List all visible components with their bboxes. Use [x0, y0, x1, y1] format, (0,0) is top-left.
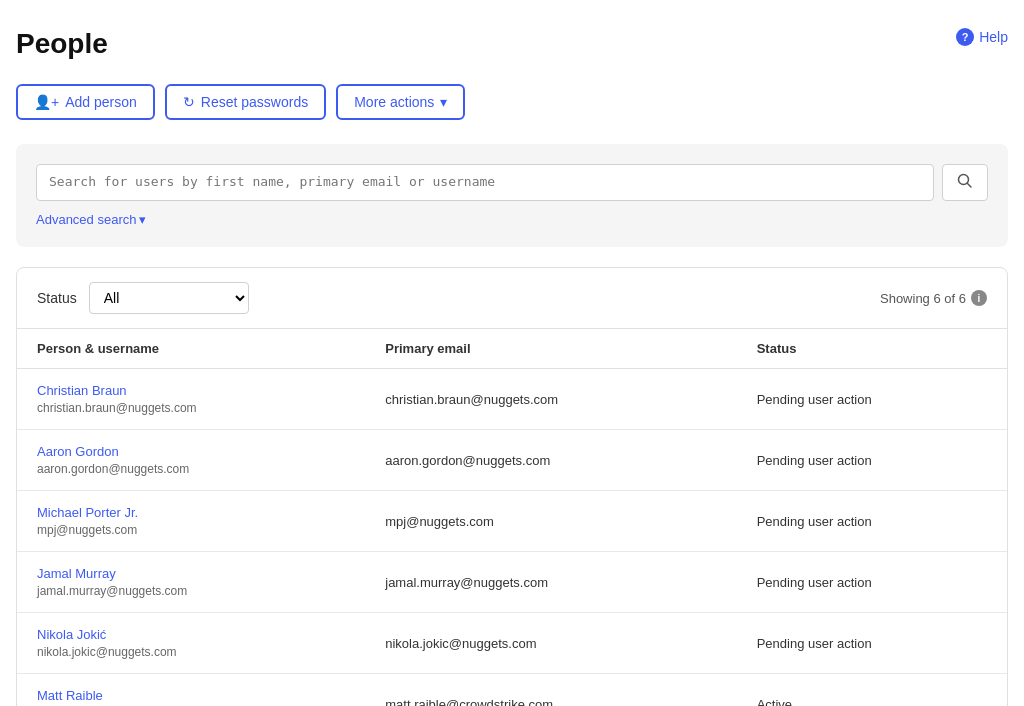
- cell-email: aaron.gordon@nuggets.com: [365, 430, 736, 491]
- cell-email: christian.braun@nuggets.com: [365, 369, 736, 430]
- add-person-label: Add person: [65, 94, 137, 110]
- page-header: People ? Help: [16, 28, 1008, 60]
- toolbar: 👤+ Add person ↻ Reset passwords More act…: [16, 84, 1008, 120]
- people-table: Person & username Primary email Status C…: [17, 329, 1007, 706]
- cell-status: Active: [737, 674, 1007, 707]
- person-username: mpj@nuggets.com: [37, 523, 137, 537]
- cell-email: mpj@nuggets.com: [365, 491, 736, 552]
- table-row: Matt Raible matt.raible@crowdstrike.com …: [17, 674, 1007, 707]
- advanced-search-arrow-icon: ▾: [139, 212, 146, 227]
- cell-status: Pending user action: [737, 430, 1007, 491]
- person-username: nikola.jokic@nuggets.com: [37, 645, 177, 659]
- search-icon: [957, 173, 973, 192]
- search-input[interactable]: [36, 164, 934, 201]
- cell-person: Nikola Jokić nikola.jokic@nuggets.com: [17, 613, 365, 674]
- advanced-search-label: Advanced search: [36, 212, 136, 227]
- cell-person: Jamal Murray jamal.murray@nuggets.com: [17, 552, 365, 613]
- person-username: jamal.murray@nuggets.com: [37, 584, 187, 598]
- reset-passwords-button[interactable]: ↻ Reset passwords: [165, 84, 326, 120]
- content-section: Status All Active Pending Showing 6 of 6…: [16, 267, 1008, 706]
- cell-person: Christian Braun christian.braun@nuggets.…: [17, 369, 365, 430]
- col-person-username: Person & username: [17, 329, 365, 369]
- filter-left: Status All Active Pending: [37, 282, 249, 314]
- reset-icon: ↻: [183, 94, 195, 110]
- table-row: Jamal Murray jamal.murray@nuggets.com ja…: [17, 552, 1007, 613]
- cell-person: Aaron Gordon aaron.gordon@nuggets.com: [17, 430, 365, 491]
- cell-email: nikola.jokic@nuggets.com: [365, 613, 736, 674]
- info-icon: i: [971, 290, 987, 306]
- cell-email: matt.raible@crowdstrike.com: [365, 674, 736, 707]
- search-button[interactable]: [942, 164, 988, 201]
- cell-email: jamal.murray@nuggets.com: [365, 552, 736, 613]
- add-person-icon: 👤+: [34, 94, 59, 110]
- table-header-row: Person & username Primary email Status: [17, 329, 1007, 369]
- person-name-link[interactable]: Michael Porter Jr.: [37, 505, 345, 520]
- showing-count: Showing 6 of 6 i: [880, 290, 987, 306]
- cell-status: Pending user action: [737, 613, 1007, 674]
- table-row: Christian Braun christian.braun@nuggets.…: [17, 369, 1007, 430]
- more-actions-label: More actions: [354, 94, 434, 110]
- status-select[interactable]: All Active Pending: [89, 282, 249, 314]
- cell-status: Pending user action: [737, 491, 1007, 552]
- person-username: aaron.gordon@nuggets.com: [37, 462, 189, 476]
- status-filter-label: Status: [37, 290, 77, 306]
- filter-bar: Status All Active Pending Showing 6 of 6…: [17, 268, 1007, 329]
- person-name-link[interactable]: Matt Raible: [37, 688, 345, 703]
- showing-text-label: Showing 6 of 6: [880, 291, 966, 306]
- person-name-link[interactable]: Jamal Murray: [37, 566, 345, 581]
- cell-person: Matt Raible matt.raible@crowdstrike.com: [17, 674, 365, 707]
- advanced-search-toggle[interactable]: Advanced search ▾: [36, 211, 988, 227]
- person-name-link[interactable]: Aaron Gordon: [37, 444, 345, 459]
- search-section: Advanced search ▾: [16, 144, 1008, 247]
- cell-person: Michael Porter Jr. mpj@nuggets.com: [17, 491, 365, 552]
- col-status: Status: [737, 329, 1007, 369]
- page-title: People: [16, 28, 108, 60]
- help-link[interactable]: ? Help: [956, 28, 1008, 46]
- more-actions-arrow-icon: ▾: [440, 94, 447, 110]
- add-person-button[interactable]: 👤+ Add person: [16, 84, 155, 120]
- table-row: Michael Porter Jr. mpj@nuggets.com mpj@n…: [17, 491, 1007, 552]
- more-actions-button[interactable]: More actions ▾: [336, 84, 465, 120]
- help-label: Help: [979, 29, 1008, 45]
- help-icon: ?: [956, 28, 974, 46]
- reset-passwords-label: Reset passwords: [201, 94, 308, 110]
- table-row: Aaron Gordon aaron.gordon@nuggets.com aa…: [17, 430, 1007, 491]
- table-row: Nikola Jokić nikola.jokic@nuggets.com ni…: [17, 613, 1007, 674]
- person-name-link[interactable]: Christian Braun: [37, 383, 345, 398]
- col-primary-email: Primary email: [365, 329, 736, 369]
- svg-line-1: [968, 184, 972, 188]
- search-row: [36, 164, 988, 201]
- cell-status: Pending user action: [737, 552, 1007, 613]
- person-username: christian.braun@nuggets.com: [37, 401, 197, 415]
- cell-status: Pending user action: [737, 369, 1007, 430]
- person-name-link[interactable]: Nikola Jokić: [37, 627, 345, 642]
